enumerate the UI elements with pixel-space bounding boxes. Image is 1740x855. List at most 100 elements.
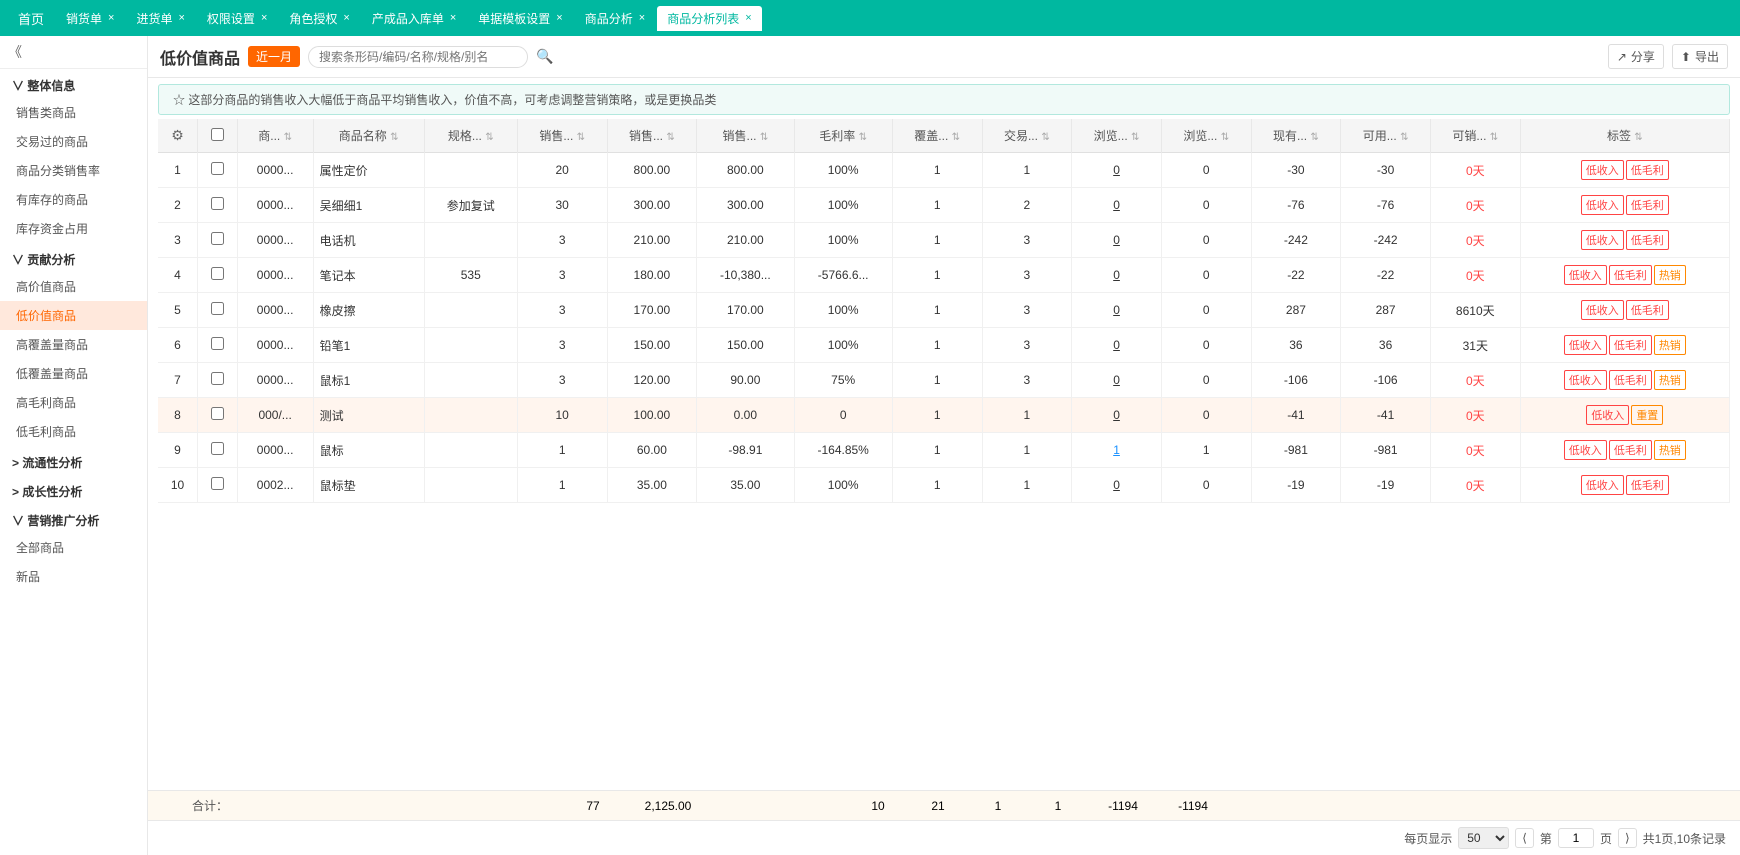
sidebar-item-category-sales[interactable]: 商品分类销售率 bbox=[0, 156, 147, 185]
sidebar-item-high-margin[interactable]: 高毛利商品 bbox=[0, 388, 147, 417]
filter-tag-btn[interactable]: 近一月 bbox=[248, 46, 300, 67]
th-name[interactable]: 商品名称 ⇅ bbox=[313, 119, 424, 153]
th-stock1[interactable]: 现有... ⇅ bbox=[1251, 119, 1341, 153]
row-s1: 3 bbox=[517, 293, 607, 328]
close-product-analysis[interactable]: × bbox=[639, 12, 645, 24]
th-checkbox[interactable] bbox=[197, 119, 237, 153]
sidebar-item-all-products[interactable]: 全部商品 bbox=[0, 533, 147, 562]
per-page-select[interactable]: 50 20 100 bbox=[1458, 827, 1509, 849]
product-tag: 低收入 bbox=[1564, 440, 1607, 460]
products-table: ⚙ 商... ⇅ 商品名称 ⇅ 规格... ⇅ 销售... ⇅ 销售... ⇅ … bbox=[158, 119, 1730, 503]
close-product-inbound[interactable]: × bbox=[450, 12, 456, 24]
th-tags[interactable]: 标签 ⇅ bbox=[1520, 119, 1729, 153]
th-stock2[interactable]: 可用... ⇅ bbox=[1341, 119, 1431, 153]
th-margin[interactable]: 毛利率 ⇅ bbox=[794, 119, 892, 153]
nav-template-settings[interactable]: 单据模板设置 × bbox=[468, 6, 572, 31]
close-template-settings[interactable]: × bbox=[556, 12, 562, 24]
close-sales-order[interactable]: × bbox=[108, 12, 114, 24]
th-trade[interactable]: 交易... ⇅ bbox=[982, 119, 1072, 153]
browse-value: 0 bbox=[1113, 478, 1120, 492]
row-s3: 90.00 bbox=[697, 363, 794, 398]
export-button[interactable]: ⬆ 导出 bbox=[1672, 44, 1728, 69]
top-navigation: 首页 销货单 × 进货单 × 权限设置 × 角色授权 × 产成品入库单 × 单据… bbox=[0, 0, 1740, 36]
current-page-input[interactable] bbox=[1558, 828, 1594, 848]
row-checkbox[interactable] bbox=[211, 477, 224, 490]
row-checkbox[interactable] bbox=[211, 162, 224, 175]
row-checkbox[interactable] bbox=[211, 232, 224, 245]
th-sales3[interactable]: 销售... ⇅ bbox=[697, 119, 794, 153]
sidebar-item-traded-products[interactable]: 交易过的商品 bbox=[0, 127, 147, 156]
sidebar-collapse-btn[interactable]: 《 bbox=[8, 42, 22, 62]
row-stock1: 287 bbox=[1251, 293, 1341, 328]
row-browse1: 0 bbox=[1072, 153, 1162, 188]
sidebar-group-overall[interactable]: ∨ 整体信息 bbox=[0, 69, 147, 98]
row-browse2: 0 bbox=[1161, 468, 1251, 503]
product-tag: 低收入 bbox=[1581, 195, 1624, 215]
row-checkbox[interactable] bbox=[211, 197, 224, 210]
nav-sales-order[interactable]: 销货单 × bbox=[56, 6, 124, 31]
th-spec[interactable]: 规格... ⇅ bbox=[424, 119, 517, 153]
row-checkbox[interactable] bbox=[211, 267, 224, 280]
sidebar-item-low-margin[interactable]: 低毛利商品 bbox=[0, 417, 147, 446]
th-sales1[interactable]: 销售... ⇅ bbox=[517, 119, 607, 153]
row-checkbox[interactable] bbox=[211, 337, 224, 350]
row-stock1: 36 bbox=[1251, 328, 1341, 363]
row-spec bbox=[424, 328, 517, 363]
first-page-btn[interactable]: ⟨ bbox=[1515, 828, 1534, 848]
sidebar-item-low-value[interactable]: 低价值商品 bbox=[0, 301, 147, 330]
select-all-checkbox[interactable] bbox=[211, 128, 224, 141]
th-settings[interactable]: ⚙ bbox=[158, 119, 197, 153]
row-days: 0天 bbox=[1430, 468, 1520, 503]
sidebar-item-high-coverage[interactable]: 高覆盖量商品 bbox=[0, 330, 147, 359]
row-checkbox[interactable] bbox=[211, 442, 224, 455]
next-page-btn[interactable]: ⟩ bbox=[1618, 828, 1637, 848]
th-browse1[interactable]: 浏览... ⇅ bbox=[1072, 119, 1162, 153]
close-permissions[interactable]: × bbox=[261, 12, 267, 24]
row-name: 吴细细1 bbox=[313, 188, 424, 223]
total-s2: 2,125.00 bbox=[628, 799, 708, 813]
th-code[interactable]: 商... ⇅ bbox=[237, 119, 313, 153]
th-sales2[interactable]: 销售... ⇅ bbox=[607, 119, 697, 153]
row-s2: 100.00 bbox=[607, 398, 697, 433]
row-checkbox[interactable] bbox=[211, 302, 224, 315]
browse-value: 0 bbox=[1113, 198, 1120, 212]
row-checkbox[interactable] bbox=[211, 372, 224, 385]
sidebar-group-marketing[interactable]: ∨ 营销推广分析 bbox=[0, 504, 147, 533]
row-stock2: -981 bbox=[1341, 433, 1431, 468]
nav-role-auth[interactable]: 角色授权 × bbox=[279, 6, 359, 31]
row-name: 鼠标垫 bbox=[313, 468, 424, 503]
row-browse2: 1 bbox=[1161, 433, 1251, 468]
sidebar-item-new-products[interactable]: 新品 bbox=[0, 562, 147, 591]
share-button[interactable]: ↗ 分享 bbox=[1608, 44, 1664, 69]
sidebar-group-contribution[interactable]: ∨ 贡献分析 bbox=[0, 243, 147, 272]
nav-product-analysis-list[interactable]: 商品分析列表 × bbox=[657, 6, 761, 31]
search-icon[interactable]: 🔍 bbox=[536, 48, 553, 65]
sidebar-group-circulation[interactable]: > 流通性分析 bbox=[0, 446, 147, 475]
sidebar-item-stocked-products[interactable]: 有库存的商品 bbox=[0, 185, 147, 214]
sidebar-group-growth[interactable]: > 成长性分析 bbox=[0, 475, 147, 504]
th-coverage[interactable]: 覆盖... ⇅ bbox=[892, 119, 982, 153]
row-s2: 35.00 bbox=[607, 468, 697, 503]
row-margin: 75% bbox=[794, 363, 892, 398]
nav-product-inbound[interactable]: 产成品入库单 × bbox=[362, 6, 466, 31]
th-stock3[interactable]: 可销... ⇅ bbox=[1430, 119, 1520, 153]
th-browse2[interactable]: 浏览... ⇅ bbox=[1161, 119, 1251, 153]
nav-product-analysis[interactable]: 商品分析 × bbox=[575, 6, 655, 31]
search-input[interactable] bbox=[308, 46, 528, 68]
close-purchase-order[interactable]: × bbox=[178, 12, 184, 24]
row-checkbox[interactable] bbox=[211, 407, 224, 420]
close-product-analysis-list[interactable]: × bbox=[745, 12, 751, 24]
sidebar-item-stock-capital[interactable]: 库存资金占用 bbox=[0, 214, 147, 243]
product-tag: 重置 bbox=[1631, 405, 1663, 425]
nav-permissions[interactable]: 权限设置 × bbox=[197, 6, 277, 31]
close-role-auth[interactable]: × bbox=[343, 12, 349, 24]
sidebar-item-low-coverage[interactable]: 低覆盖量商品 bbox=[0, 359, 147, 388]
nav-home[interactable]: 首页 bbox=[8, 5, 54, 32]
row-browse1: 0 bbox=[1072, 328, 1162, 363]
sidebar-item-high-value[interactable]: 高价值商品 bbox=[0, 272, 147, 301]
browse-link[interactable]: 1 bbox=[1113, 443, 1120, 457]
row-no: 6 bbox=[158, 328, 197, 363]
row-trade: 1 bbox=[982, 433, 1072, 468]
sidebar-item-sales-products[interactable]: 销售类商品 bbox=[0, 98, 147, 127]
nav-purchase-order[interactable]: 进货单 × bbox=[126, 6, 194, 31]
